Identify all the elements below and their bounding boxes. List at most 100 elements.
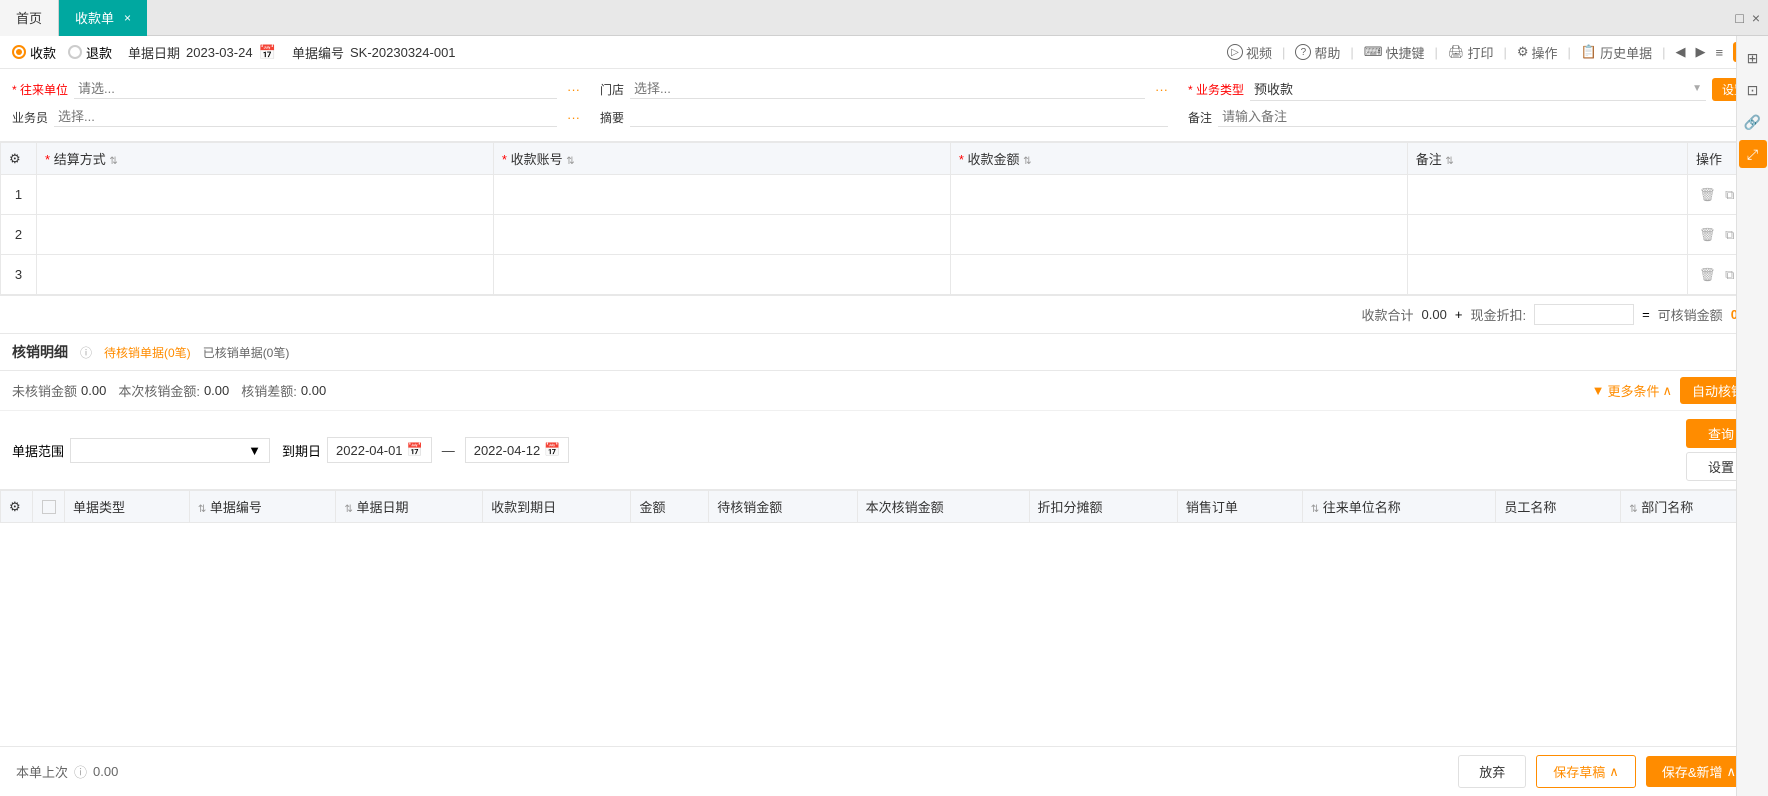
partner-input[interactable] <box>74 79 557 99</box>
bth-pending: 待核销金额 <box>709 491 857 523</box>
close-window-icon[interactable]: × <box>1752 10 1760 26</box>
main-wrap: 收款 退款 单据日期 2023-03-24 📅 单据编号 SK-20230324… <box>0 36 1768 796</box>
row-account-1[interactable] <box>493 175 950 215</box>
remark-input[interactable] <box>1218 107 1756 127</box>
payment-type-radio: 收款 退款 <box>12 43 112 62</box>
toolbar: 收款 退款 单据日期 2023-03-24 📅 单据编号 SK-20230324… <box>0 36 1768 69</box>
view-list-btn[interactable]: ≡ <box>1716 45 1724 60</box>
bottom-table-wrap: ⚙ 单据类型 ⇅ 单据编号 ⇅ 单据日期 <box>0 490 1768 746</box>
tab-home[interactable]: 首页 <box>0 0 59 36</box>
row-account-3[interactable] <box>493 255 950 295</box>
sidebar-scan-icon[interactable]: ⊡ <box>1739 76 1767 104</box>
row-remark-1[interactable] <box>1407 175 1687 215</box>
draft-btn[interactable]: 保存草稿 ∧ <box>1536 755 1636 788</box>
unclaimed-field: 未核销金额 0.00 <box>12 381 106 400</box>
staff-more-icon[interactable]: ··· <box>567 110 580 125</box>
row-settlement-3[interactable] <box>37 255 494 295</box>
history-icon: 📋 <box>1581 44 1597 60</box>
row-delete-icon-1[interactable]: 🗑 <box>1699 187 1716 202</box>
row-num-2: 2 <box>1 215 37 255</box>
shortcut-btn[interactable]: ⌨ 快捷键 <box>1364 43 1425 62</box>
nav-next-icon: ▶ <box>1696 44 1706 60</box>
row-copy-icon-3[interactable]: ⧉ <box>1725 267 1734 282</box>
filter-icon: ▼ <box>1592 383 1605 398</box>
footer-info: 本单上次 ⓘ 0.00 <box>16 762 118 781</box>
store-input[interactable] <box>630 79 1145 99</box>
footer: 本单上次 ⓘ 0.00 放弃 保存草稿 ∧ 保存&新增 ∧ <box>0 746 1768 796</box>
th-account: * 收款账号 ⇅ <box>493 143 950 175</box>
due-start-value: 2022-04-01 <box>336 443 403 458</box>
plus-sign: + <box>1455 307 1463 322</box>
sidebar-attachment-icon[interactable]: 🔗 <box>1739 108 1767 136</box>
row-amount-2[interactable] <box>950 215 1407 255</box>
history-btn[interactable]: 📋 历史单据 <box>1581 43 1652 62</box>
date-picker-icon[interactable]: 📅 <box>259 44 276 61</box>
tab-receipt-label: 收款单 <box>75 8 114 27</box>
diff-label: 核销差额: <box>241 381 297 400</box>
row-settlement-1[interactable] <box>37 175 494 215</box>
discount-input[interactable] <box>1534 304 1634 325</box>
due-date-end[interactable]: 2022-04-12 📅 <box>465 437 570 463</box>
reconcile-info-icon[interactable]: ⓘ <box>80 344 92 361</box>
business-type-select[interactable]: 预收款 ▼ <box>1250 77 1706 101</box>
nav-prev-btn[interactable]: ◀ <box>1676 44 1686 60</box>
row-amount-3[interactable] <box>950 255 1407 295</box>
per-order-info-icon[interactable]: ⓘ <box>74 762 87 781</box>
select-all-checkbox[interactable] <box>42 500 56 514</box>
staff-input[interactable] <box>54 107 557 127</box>
video-icon: ▷ <box>1227 44 1243 60</box>
form-row-2: 业务员 ··· 摘要 备注 <box>12 107 1756 127</box>
operation-btn[interactable]: ⚙ 操作 <box>1517 43 1558 62</box>
equals-sign: = <box>1642 307 1650 322</box>
abandon-btn[interactable]: 放弃 <box>1458 755 1526 788</box>
row-copy-icon-2[interactable]: ⧉ <box>1725 227 1734 242</box>
radio-refund[interactable]: 退款 <box>68 43 112 62</box>
total-label: 收款合计 <box>1362 305 1414 324</box>
per-order-label: 本单上次 <box>16 762 68 781</box>
business-type-arrow-icon: ▼ <box>1692 83 1702 94</box>
partner-more-icon[interactable]: ··· <box>567 82 580 97</box>
row-copy-icon-1[interactable]: ⧉ <box>1725 187 1734 202</box>
pending-tab[interactable]: 待核销单据(0笔) <box>104 344 191 361</box>
staff-label: 业务员 <box>12 109 48 126</box>
sidebar-table-icon[interactable]: ⊞ <box>1739 44 1767 72</box>
row-delete-icon-2[interactable]: 🗑 <box>1699 227 1716 242</box>
nav-next-btn[interactable]: ▶ <box>1696 44 1706 60</box>
nav-prev-icon: ◀ <box>1676 44 1686 60</box>
stats-right: ▼ 更多条件 ∧ 自动核销 <box>1592 377 1756 404</box>
due-end-value: 2022-04-12 <box>474 443 541 458</box>
summary-input[interactable] <box>630 107 1168 127</box>
th-gear[interactable]: ⚙ <box>1 143 37 175</box>
due-date-start[interactable]: 2022-04-01 📅 <box>327 437 432 463</box>
bth-sales-order: 销售订单 <box>1177 491 1302 523</box>
diff-field: 核销差额: 0.00 <box>241 381 326 400</box>
restore-icon[interactable]: □ <box>1735 10 1743 26</box>
row-remark-2[interactable] <box>1407 215 1687 255</box>
store-field: 门店 ··· <box>600 79 1168 99</box>
row-delete-icon-3[interactable]: 🗑 <box>1699 267 1716 282</box>
bth-gear[interactable]: ⚙ <box>1 491 33 523</box>
table-row: 2 🗑 ⧉ <box>1 215 1768 255</box>
radio-receipt[interactable]: 收款 <box>12 43 56 62</box>
row-account-2[interactable] <box>493 215 950 255</box>
help-btn[interactable]: ? 帮助 <box>1295 43 1340 62</box>
tab-close-icon[interactable]: × <box>124 11 131 25</box>
range-select[interactable]: ▼ <box>70 438 270 463</box>
tab-receipt[interactable]: 收款单 × <box>59 0 147 36</box>
current-label: 本次核销金额: <box>118 381 200 400</box>
calendar-icon-start: 📅 <box>407 442 423 458</box>
row-amount-1[interactable] <box>950 175 1407 215</box>
help-icon: ? <box>1295 44 1311 60</box>
row-settlement-2[interactable] <box>37 215 494 255</box>
video-btn[interactable]: ▷ 视频 <box>1227 43 1272 62</box>
bottom-table: ⚙ 单据类型 ⇅ 单据编号 ⇅ 单据日期 <box>0 490 1768 523</box>
radio-refund-label: 退款 <box>86 43 112 62</box>
done-tab[interactable]: 已核销单据(0笔) <box>203 344 290 361</box>
store-more-icon[interactable]: ··· <box>1155 82 1168 97</box>
more-conditions-btn[interactable]: ▼ 更多条件 ∧ <box>1592 381 1672 400</box>
sidebar-expand-icon[interactable]: ⤢ <box>1739 140 1767 168</box>
bth-discount: 折扣分摊额 <box>1029 491 1177 523</box>
print-btn[interactable]: 🖨 打印 <box>1448 43 1494 62</box>
radio-receipt-label: 收款 <box>30 43 56 62</box>
row-remark-3[interactable] <box>1407 255 1687 295</box>
